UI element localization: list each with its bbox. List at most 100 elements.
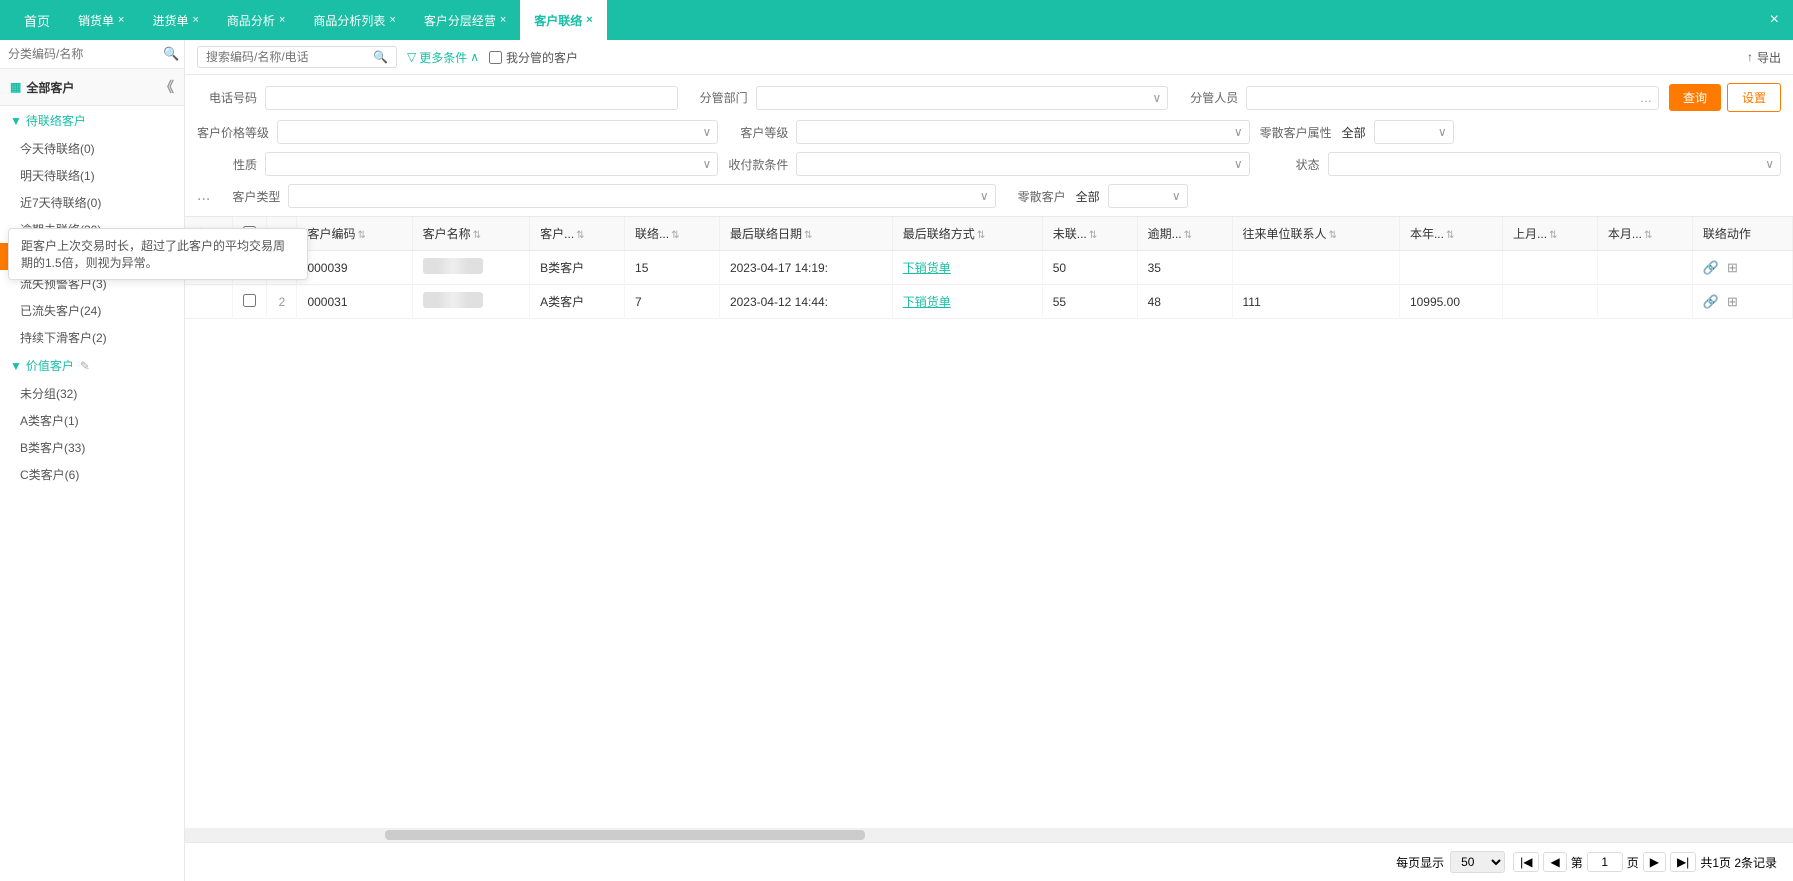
- window-close-button[interactable]: ×: [1756, 0, 1793, 40]
- next-page-button[interactable]: ▶: [1643, 852, 1666, 872]
- my-customer-checkbox[interactable]: [489, 51, 502, 64]
- row1-actions: 🔗 ⊞: [1692, 251, 1792, 285]
- col-contact-person[interactable]: 往来单位联系人⇅: [1232, 217, 1399, 251]
- per-page-select[interactable]: 50 20 100: [1450, 851, 1505, 873]
- all-customers-title[interactable]: ▦ 全部客户 《: [0, 69, 184, 106]
- row1-method-link[interactable]: 下销货单: [903, 261, 951, 275]
- filter-search-input[interactable]: [206, 50, 373, 64]
- filter-phone-input[interactable]: [265, 86, 678, 110]
- value-customer-group[interactable]: ▼ 价值客户 ✎: [0, 351, 184, 380]
- filter-retail-attr-select[interactable]: ∨: [1374, 120, 1454, 144]
- retail-customer-chevron-icon: ∨: [1172, 189, 1181, 203]
- sidebar-item-c-class[interactable]: C类客户(6): [0, 461, 184, 488]
- row1-grid-icon[interactable]: ⊞: [1727, 260, 1738, 276]
- row1-link-icon[interactable]: 🔗: [1703, 260, 1719, 276]
- row2-last-method[interactable]: 下销货单: [892, 285, 1042, 319]
- row1-this-month: [1597, 251, 1692, 285]
- row1-last-method[interactable]: 下销货单: [892, 251, 1042, 285]
- nav-product-list[interactable]: 商品分析列表 ×: [299, 0, 409, 40]
- page-number-input[interactable]: [1587, 852, 1623, 872]
- col-last-method[interactable]: 最后联络方式⇅: [892, 217, 1042, 251]
- filter-row-3: 性质 ∨ 收付款条件 ∨ 状态: [197, 152, 1781, 176]
- col-not-contacted[interactable]: 未联...⇅: [1042, 217, 1137, 251]
- per-page-container: 每页显示 50 20 100: [1396, 851, 1505, 873]
- nav-customer-contact-close[interactable]: ×: [586, 14, 592, 26]
- row2-link-icon[interactable]: 🔗: [1703, 294, 1719, 310]
- nav-purchase-close[interactable]: ×: [192, 14, 198, 26]
- export-icon: ↑: [1747, 50, 1753, 64]
- nav-product-analysis[interactable]: 商品分析 ×: [213, 0, 299, 40]
- row2-checkbox[interactable]: [243, 294, 256, 307]
- nav-customer-contact[interactable]: 客户联络 ×: [520, 0, 606, 40]
- filter-branch-person-label: 分管人员: [1178, 89, 1238, 106]
- customer-tier-chevron-icon: ∨: [1234, 125, 1243, 139]
- filter-retail-customer-select[interactable]: ∨: [1108, 184, 1188, 208]
- row1-last-month: [1503, 251, 1598, 285]
- sidebar-item-today[interactable]: 今天待联络(0): [0, 135, 184, 162]
- filter-dots[interactable]: ...: [197, 187, 210, 205]
- last-page-button[interactable]: ▶|: [1670, 852, 1696, 872]
- first-page-button[interactable]: |◀: [1513, 852, 1539, 872]
- row1-code[interactable]: 000039: [297, 251, 412, 285]
- filter-branch-dept-select[interactable]: ∨: [756, 86, 1169, 110]
- edit-icon[interactable]: ✎: [80, 359, 90, 373]
- row1-contact-count: 15: [625, 251, 720, 285]
- sidebar-search-input[interactable]: [8, 47, 163, 61]
- nav-sales[interactable]: 销货单 ×: [64, 0, 138, 40]
- export-button[interactable]: ↑ 导出: [1747, 49, 1781, 66]
- nav-customer-tier-close[interactable]: ×: [500, 14, 506, 26]
- page-prefix: 第: [1571, 854, 1583, 871]
- nav-product-analysis-close[interactable]: ×: [279, 14, 285, 26]
- nav-product-list-close[interactable]: ×: [389, 14, 395, 26]
- filter-phone-field: 电话号码: [197, 86, 678, 110]
- sidebar-item-decline[interactable]: 持续下滑客户(2): [0, 324, 184, 351]
- col-this-year[interactable]: 本年...⇅: [1399, 217, 1502, 251]
- col-contact-count[interactable]: 联络...⇅: [625, 217, 720, 251]
- row2-code[interactable]: 000031: [297, 285, 412, 319]
- sidebar-item-tomorrow[interactable]: 明天待联络(1): [0, 162, 184, 189]
- nav-customer-tier[interactable]: 客户分层经营 ×: [410, 0, 520, 40]
- filter-customer-type-select[interactable]: ∨: [288, 184, 995, 208]
- col-last-date[interactable]: 最后联络日期⇅: [719, 217, 892, 251]
- col-type[interactable]: 客户...⇅: [530, 217, 625, 251]
- arrow-down-icon: ▼: [10, 114, 22, 128]
- row2-type: A类客户: [530, 285, 625, 319]
- sidebar-item-lost[interactable]: 已流失客户(24): [0, 297, 184, 324]
- sidebar-item-week[interactable]: 近7天待联络(0): [0, 189, 184, 216]
- col-code[interactable]: 客户编码⇅: [297, 217, 412, 251]
- status-chevron-icon: ∨: [1765, 157, 1774, 171]
- contact-sort-icon: ⇅: [671, 230, 679, 241]
- horizontal-scrollbar[interactable]: [185, 828, 1793, 842]
- code-sort-icon: ⇅: [357, 230, 365, 241]
- table-row: 1 000039 B类客户 15 2023-04-17 14:19: 下销货单 …: [185, 251, 1793, 285]
- pending-contact-group[interactable]: ▼ 待联络客户: [0, 106, 184, 135]
- scroll-thumb[interactable]: [385, 830, 865, 840]
- filter-payment-select[interactable]: ∨: [796, 152, 1249, 176]
- filter-retail-customer-field: 零散客户 全部 ∨: [1006, 184, 1781, 208]
- filter-branch-person-select[interactable]: …: [1246, 86, 1659, 110]
- col-this-month[interactable]: 本月...⇅: [1597, 217, 1692, 251]
- nav-purchase[interactable]: 进货单 ×: [138, 0, 212, 40]
- query-button[interactable]: 查询: [1669, 84, 1721, 111]
- settings-button[interactable]: 设置: [1727, 83, 1781, 112]
- more-conditions-btn[interactable]: ▽ 更多条件 ∧: [407, 49, 479, 66]
- filter-gender-select[interactable]: ∨: [265, 152, 718, 176]
- filter-status-select[interactable]: ∨: [1328, 152, 1781, 176]
- filter-branch-dept-field: 分管部门 ∨: [688, 86, 1169, 110]
- filter-price-tier-label: 客户价格等级: [197, 124, 269, 141]
- nav-sales-close[interactable]: ×: [118, 14, 124, 26]
- sidebar-item-a-class[interactable]: A类客户(1): [0, 407, 184, 434]
- row2-method-link[interactable]: 下销货单: [903, 295, 951, 309]
- col-overdue[interactable]: 逾期...⇅: [1137, 217, 1232, 251]
- sidebar-item-ungrouped[interactable]: 未分组(32): [0, 380, 184, 407]
- row2-grid-icon[interactable]: ⊞: [1727, 294, 1738, 310]
- filter-price-tier-select[interactable]: ∨: [277, 120, 718, 144]
- nav-home[interactable]: 首页: [10, 0, 64, 40]
- sidebar-collapse-btn[interactable]: 《: [160, 77, 174, 97]
- col-name[interactable]: 客户名称⇅: [412, 217, 530, 251]
- sidebar-item-b-class[interactable]: B类客户(33): [0, 434, 184, 461]
- prev-page-button[interactable]: ◀: [1543, 852, 1566, 872]
- filter-customer-tier-select[interactable]: ∨: [796, 120, 1249, 144]
- top-navigation: 首页 销货单 × 进货单 × 商品分析 × 商品分析列表 × 客户分层经营 × …: [0, 0, 1793, 40]
- col-last-month[interactable]: 上月...⇅: [1503, 217, 1598, 251]
